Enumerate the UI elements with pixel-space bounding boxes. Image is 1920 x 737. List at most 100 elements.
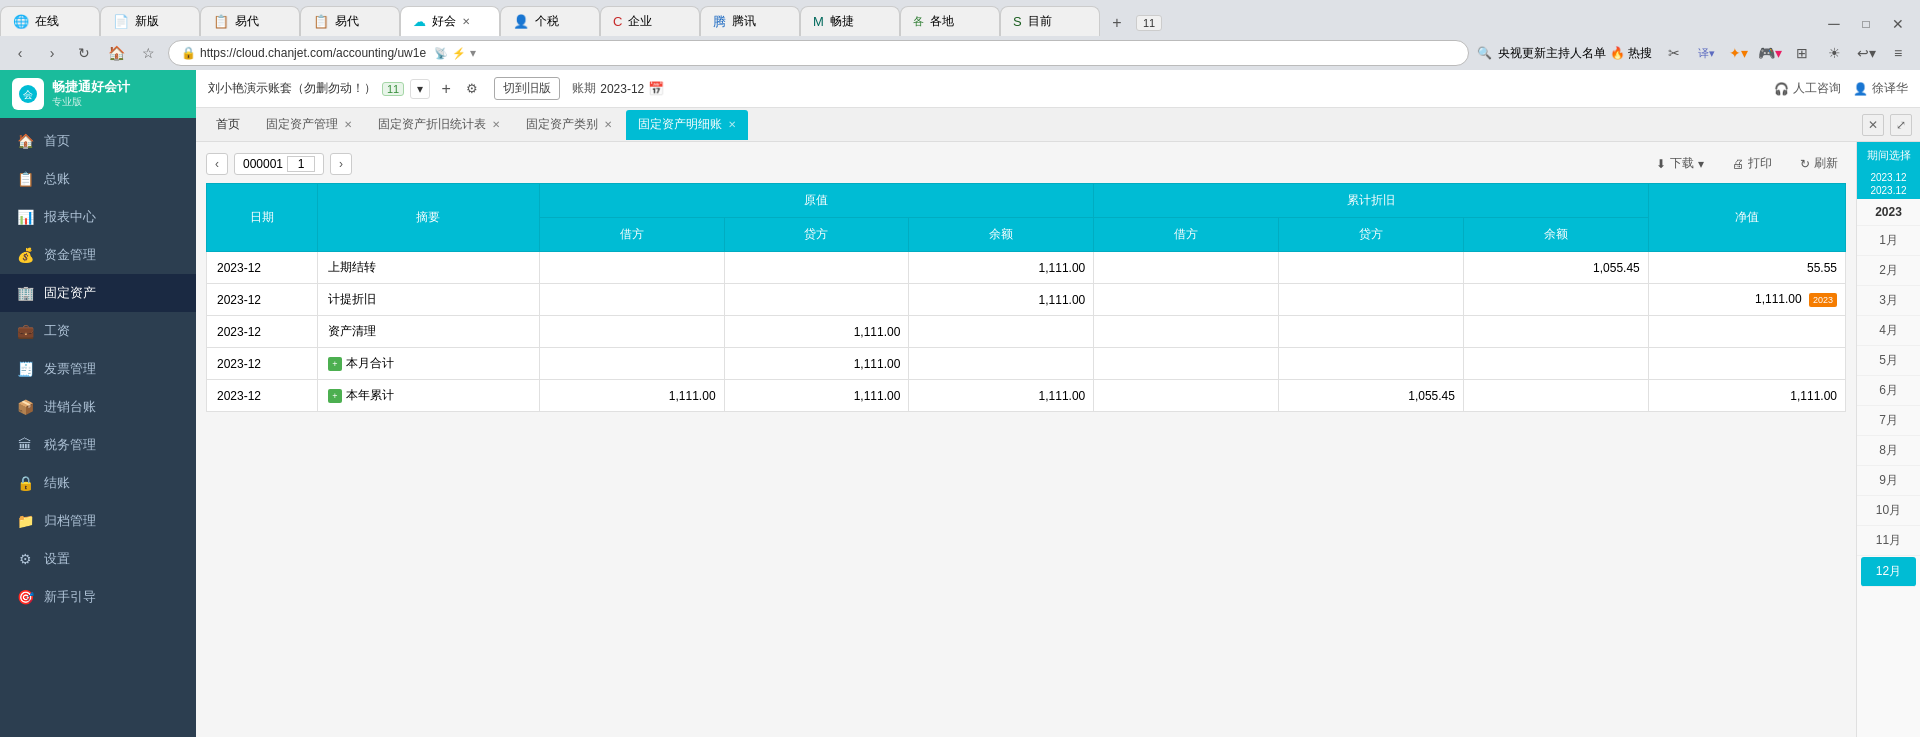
home-button[interactable]: 🏠 <box>104 41 128 65</box>
main-content: 刘小艳演示账套（勿删勿动！） 11 ▾ + ⚙ 切到旧版 账期 2023-12 … <box>196 70 1920 737</box>
add-account-button[interactable]: + <box>436 79 456 99</box>
row1-orig-credit <box>724 252 909 284</box>
settings-small-button[interactable]: ⚙ <box>462 79 482 99</box>
tab-label-gedi: 各地 <box>930 13 954 30</box>
close-window-button[interactable]: ✕ <box>1884 12 1912 36</box>
sidebar-item-fixed-assets[interactable]: 🏢 固定资产 <box>0 274 196 312</box>
browser-tab-mubiao[interactable]: S 目前 <box>1000 6 1100 36</box>
browser-tab-qiye[interactable]: C 企业 <box>600 6 700 36</box>
period-month-7[interactable]: 7月 <box>1857 406 1920 436</box>
print-button[interactable]: 🖨 打印 <box>1724 152 1780 175</box>
new-tab-button[interactable]: + <box>1104 10 1130 36</box>
menu-icon[interactable]: ≡ <box>1884 39 1912 67</box>
period-month-12[interactable]: 12月 <box>1861 557 1916 587</box>
sidebar-item-settings[interactable]: ⚙ 设置 <box>0 540 196 578</box>
sidebar-item-archive[interactable]: 📁 归档管理 <box>0 502 196 540</box>
sidebar-item-fund[interactable]: 💰 资金管理 <box>0 236 196 274</box>
tab-label-qiye: 企业 <box>628 13 652 30</box>
sidebar-item-home[interactable]: 🏠 首页 <box>0 122 196 160</box>
translate-icon[interactable]: 译▾ <box>1692 39 1720 67</box>
sidebar-item-tax[interactable]: 🏛 税务管理 <box>0 426 196 464</box>
switch-version-button[interactable]: 切到旧版 <box>494 77 560 100</box>
bookmark-button[interactable]: ☆ <box>136 41 160 65</box>
refresh-button[interactable]: ↻ 刷新 <box>1792 152 1846 175</box>
sidebar-item-invoice[interactable]: 🧾 发票管理 <box>0 350 196 388</box>
brightness-icon[interactable]: ☀ <box>1820 39 1848 67</box>
tab-favicon-yidai1: 📋 <box>213 14 229 29</box>
dropdown-icon[interactable]: ▾ <box>470 46 476 60</box>
tab-asset-category-close[interactable]: ✕ <box>604 119 612 130</box>
sidebar-item-general-ledger[interactable]: 📋 总账 <box>0 160 196 198</box>
support-button[interactable]: 🎧 人工咨询 <box>1774 80 1841 97</box>
period-month-3[interactable]: 3月 <box>1857 286 1920 316</box>
period-month-4[interactable]: 4月 <box>1857 316 1920 346</box>
browser-tab-tencent[interactable]: 腾 腾讯 <box>700 6 800 36</box>
sidebar-item-archive-label: 归档管理 <box>44 512 96 530</box>
scissors-icon[interactable]: ✂ <box>1660 39 1688 67</box>
tab-asset-detail[interactable]: 固定资产明细账 ✕ <box>626 110 748 140</box>
refresh-label: 刷新 <box>1814 155 1838 172</box>
tab-home[interactable]: 首页 <box>204 110 252 140</box>
sidebar-item-salary[interactable]: 💼 工资 <box>0 312 196 350</box>
collapse-tab-button[interactable]: ✕ <box>1862 114 1884 136</box>
tab-depreciation-stats-label: 固定资产折旧统计表 <box>378 116 486 133</box>
user-button[interactable]: 👤 徐译华 <box>1853 80 1908 97</box>
next-page-button[interactable]: › <box>330 153 352 175</box>
browser-tab-geshui[interactable]: 👤 个税 <box>500 6 600 36</box>
browser-tab-haohui[interactable]: ☁ 好会 ✕ <box>400 6 500 36</box>
browser-tab-yidai2[interactable]: 📋 易代 <box>300 6 400 36</box>
action-buttons: ⬇ 下载 ▾ 🖨 打印 ↻ 刷新 <box>1648 152 1846 175</box>
sidebar-item-purchase-sale[interactable]: 📦 进销台账 <box>0 388 196 426</box>
expand-tab-button[interactable]: ⤢ <box>1890 114 1912 136</box>
minimize-button[interactable]: ─ <box>1820 12 1848 36</box>
svg-text:会: 会 <box>23 89 33 100</box>
sidebar-item-guide[interactable]: 🎯 新手引导 <box>0 578 196 616</box>
tab-asset-detail-label: 固定资产明细账 <box>638 116 722 133</box>
period-month-10[interactable]: 10月 <box>1857 496 1920 526</box>
period-month-1[interactable]: 1月 <box>1857 226 1920 256</box>
year-badge: 2023 <box>1809 293 1837 307</box>
tab-asset-category[interactable]: 固定资产类别 ✕ <box>514 110 624 140</box>
period-month-11[interactable]: 11月 <box>1857 526 1920 556</box>
toolbar-right: 🎧 人工咨询 👤 徐译华 <box>1774 80 1908 97</box>
tab-close-icon[interactable]: ✕ <box>462 16 470 27</box>
refresh-icon: ↻ <box>1800 157 1810 171</box>
address-input[interactable]: 🔒 https://cloud.chanjet.com/accounting/u… <box>168 40 1469 66</box>
forward-button[interactable]: › <box>40 41 64 65</box>
back-button[interactable]: ‹ <box>8 41 32 65</box>
prev-page-button[interactable]: ‹ <box>206 153 228 175</box>
period-month-2[interactable]: 2月 <box>1857 256 1920 286</box>
tab-fixed-mgmt[interactable]: 固定资产管理 ✕ <box>254 110 364 140</box>
th-date: 日期 <box>207 184 318 252</box>
page-number-input[interactable] <box>287 156 315 172</box>
reload-button[interactable]: ↻ <box>72 41 96 65</box>
period-month-5[interactable]: 5月 <box>1857 346 1920 376</box>
row1-summary: 上期结转 <box>317 252 539 284</box>
browser-tab-changjie[interactable]: M 畅捷 <box>800 6 900 36</box>
period-month-6[interactable]: 6月 <box>1857 376 1920 406</box>
sidebar-item-close-period[interactable]: 🔒 结账 <box>0 464 196 502</box>
maximize-button[interactable]: □ <box>1852 12 1880 36</box>
browser-tab-online[interactable]: 🌐 在线 <box>0 6 100 36</box>
browser-tab-gedi[interactable]: 各 各地 <box>900 6 1000 36</box>
tab-asset-detail-close[interactable]: ✕ <box>728 119 736 130</box>
grid-icon[interactable]: ⊞ <box>1788 39 1816 67</box>
sidebar-item-reports[interactable]: 📊 报表中心 <box>0 198 196 236</box>
app-container: 会 畅捷通好会计 专业版 🏠 首页 📋 总账 📊 报表中心 💰 资金管理 <box>0 70 1920 737</box>
tab-depreciation-stats-close[interactable]: ✕ <box>492 119 500 130</box>
tab-depreciation-stats[interactable]: 固定资产折旧统计表 ✕ <box>366 110 512 140</box>
undo-icon[interactable]: ↩▾ <box>1852 39 1880 67</box>
download-button[interactable]: ⬇ 下载 ▾ <box>1648 152 1712 175</box>
calendar-icon[interactable]: 📅 <box>648 81 664 96</box>
row2-dep-credit <box>1279 284 1464 316</box>
period-month-8[interactable]: 8月 <box>1857 436 1920 466</box>
star-ext-icon[interactable]: ✦▾ <box>1724 39 1752 67</box>
period-month-9[interactable]: 9月 <box>1857 466 1920 496</box>
row1-date: 2023-12 <box>207 252 318 284</box>
row5-net-value: 1,111.00 <box>1648 380 1845 412</box>
account-dropdown[interactable]: ▾ <box>410 79 430 99</box>
game-icon[interactable]: 🎮▾ <box>1756 39 1784 67</box>
browser-tab-new[interactable]: 📄 新版 <box>100 6 200 36</box>
browser-tab-yidai1[interactable]: 📋 易代 <box>200 6 300 36</box>
tab-fixed-mgmt-close[interactable]: ✕ <box>344 119 352 130</box>
